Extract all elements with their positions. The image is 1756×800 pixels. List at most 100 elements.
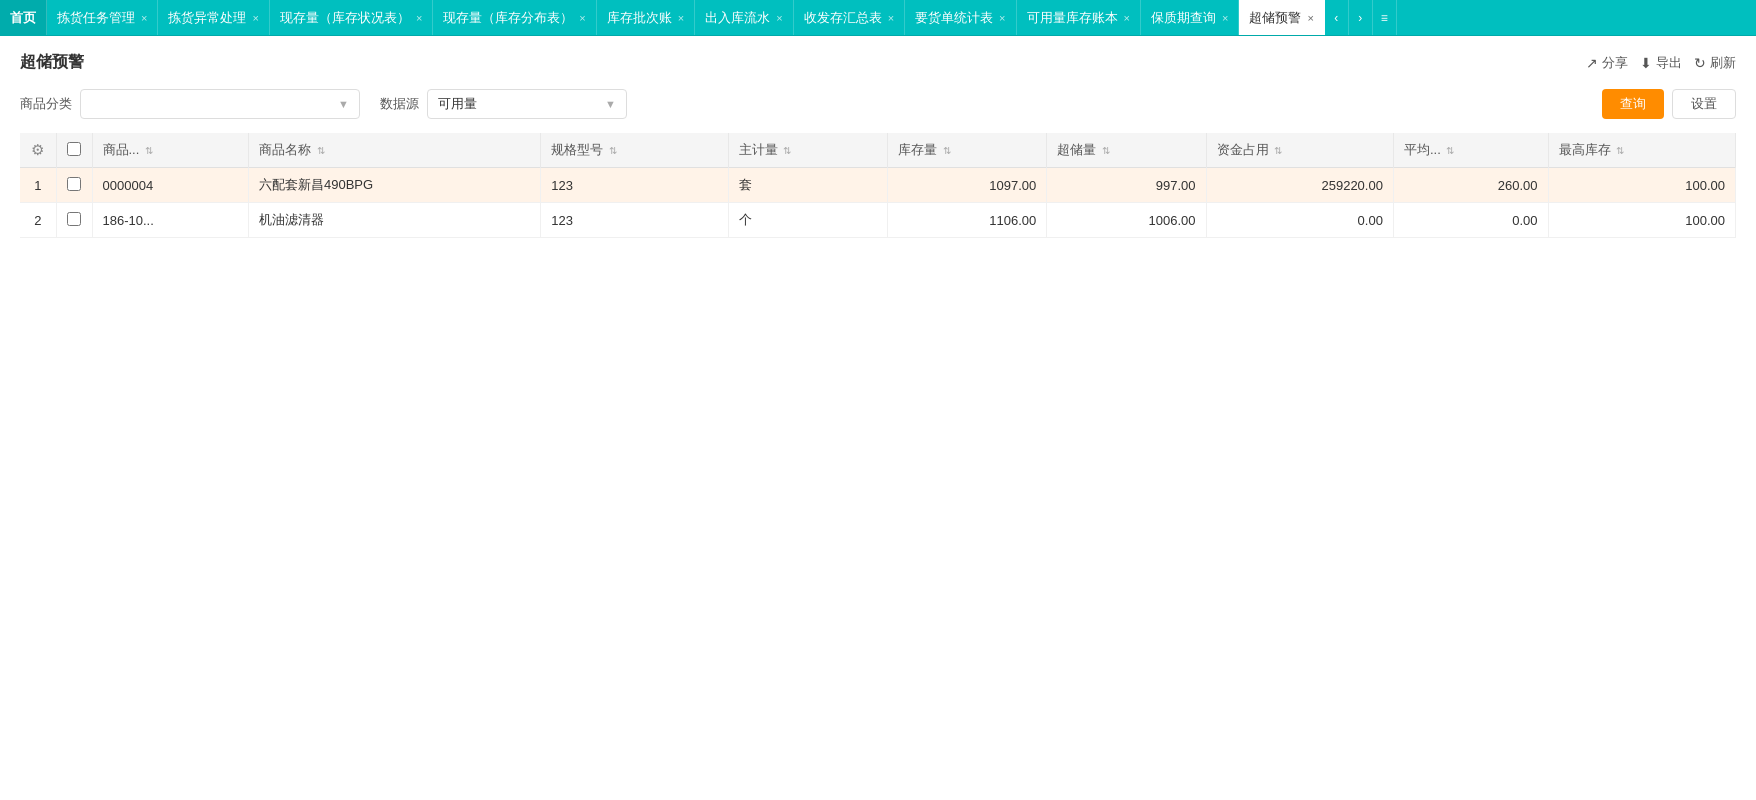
row-product-code-2: 186-10... <box>92 203 248 238</box>
toolbar-right: ↗ 分享 ⬇ 导出 ↻ 刷新 <box>1586 54 1736 72</box>
row-unit-2: 个 <box>728 203 887 238</box>
datasource-filter: 数据源 可用量 ▼ <box>380 89 627 119</box>
row-checkbox-2[interactable] <box>56 203 92 238</box>
sort-overstock-icon: ⇅ <box>1102 145 1110 156</box>
col-max-stock[interactable]: 最高库存 ⇅ <box>1548 133 1735 168</box>
row-checkbox-1[interactable] <box>56 168 92 203</box>
nav-task-mgmt[interactable]: 拣货任务管理 × <box>47 0 158 35</box>
col-product-code[interactable]: 商品... ⇅ <box>92 133 248 168</box>
row-capital-2: 0.00 <box>1206 203 1393 238</box>
nav-inventory-dist[interactable]: 现存量（库存分布表） × <box>433 0 596 35</box>
datasource-chevron-icon: ▼ <box>605 98 616 110</box>
nav-home[interactable]: 首页 <box>0 0 47 35</box>
datasource-value: 可用量 <box>438 95 477 113</box>
sort-stock-icon: ⇅ <box>943 145 951 156</box>
nav-order-stat[interactable]: 要货单统计表 × <box>905 0 1016 35</box>
close-task-mgmt[interactable]: × <box>141 12 147 24</box>
close-collect[interactable]: × <box>888 12 894 24</box>
row-overstock-1: 997.00 <box>1047 168 1206 203</box>
sort-max-stock-icon: ⇅ <box>1616 145 1624 156</box>
nav-available[interactable]: 可用量库存账本 × <box>1017 0 1141 35</box>
close-available[interactable]: × <box>1124 12 1130 24</box>
nav-abnormal[interactable]: 拣货异常处理 × <box>158 0 269 35</box>
settings-col-icon[interactable]: ⚙ <box>31 141 44 158</box>
col-capital[interactable]: 资金占用 ⇅ <box>1206 133 1393 168</box>
table-row: 2 186-10... 机油滤清器 123 个 1106.00 1006.00 … <box>20 203 1736 238</box>
row-avg-2: 0.00 <box>1393 203 1548 238</box>
nav-quality[interactable]: 保质期查询 × <box>1141 0 1239 35</box>
refresh-button[interactable]: ↻ 刷新 <box>1694 54 1736 72</box>
filter-actions: 查询 设置 <box>1602 89 1736 119</box>
share-button[interactable]: ↗ 分享 <box>1586 54 1628 72</box>
row-num-2: 2 <box>20 203 56 238</box>
page-content: 超储预警 ↗ 分享 ⬇ 导出 ↻ 刷新 商品分类 ▼ 数据源 <box>0 36 1756 254</box>
close-abnormal[interactable]: × <box>252 12 258 24</box>
sort-avg-icon: ⇅ <box>1446 145 1454 156</box>
export-icon: ⬇ <box>1640 55 1652 71</box>
close-inout-flow[interactable]: × <box>776 12 782 24</box>
row-product-code-1: 0000004 <box>92 168 248 203</box>
row-stock-1: 1097.00 <box>888 168 1047 203</box>
col-stock[interactable]: 库存量 ⇅ <box>888 133 1047 168</box>
nav-overstock[interactable]: 超储预警 × <box>1239 0 1324 35</box>
row-product-name-1: 六配套新昌490BPG <box>248 168 540 203</box>
nav-menu-arrow[interactable]: ≡ <box>1373 0 1397 35</box>
row-capital-1: 259220.00 <box>1206 168 1393 203</box>
col-capital-label: 资金占用 <box>1217 142 1269 157</box>
row-num-1: 1 <box>20 168 56 203</box>
col-overstock[interactable]: 超储量 ⇅ <box>1047 133 1206 168</box>
select-all-checkbox[interactable] <box>67 142 81 156</box>
nav-collect[interactable]: 收发存汇总表 × <box>794 0 905 35</box>
datasource-select[interactable]: 可用量 ▼ <box>427 89 627 119</box>
row-unit-1: 套 <box>728 168 887 203</box>
close-order-stat[interactable]: × <box>999 12 1005 24</box>
table-header-row: ⚙ 商品... ⇅ 商品名称 ⇅ 规格型号 ⇅ 主计量 <box>20 133 1736 168</box>
col-stock-label: 库存量 <box>898 142 937 157</box>
query-button[interactable]: 查询 <box>1602 89 1664 119</box>
sort-spec-icon: ⇅ <box>609 145 617 156</box>
nav-inout-flow[interactable]: 出入库流水 × <box>695 0 793 35</box>
col-product-code-label: 商品... <box>103 142 140 157</box>
close-overstock[interactable]: × <box>1307 12 1313 24</box>
close-inventory-status[interactable]: × <box>416 12 422 24</box>
category-filter: 商品分类 ▼ <box>20 89 360 119</box>
sort-unit-icon: ⇅ <box>783 145 791 156</box>
row-select-checkbox-1[interactable] <box>67 177 81 191</box>
sort-product-code-icon: ⇅ <box>145 145 153 156</box>
filter-row: 商品分类 ▼ 数据源 可用量 ▼ 查询 设置 <box>20 89 1736 119</box>
sort-product-name-icon: ⇅ <box>317 145 325 156</box>
nav-next-arrow[interactable]: › <box>1349 0 1373 35</box>
col-spec[interactable]: 规格型号 ⇅ <box>541 133 728 168</box>
col-avg[interactable]: 平均... ⇅ <box>1393 133 1548 168</box>
col-max-stock-label: 最高库存 <box>1559 142 1611 157</box>
category-chevron-icon: ▼ <box>338 98 349 110</box>
share-icon: ↗ <box>1586 55 1598 71</box>
col-unit[interactable]: 主计量 ⇅ <box>728 133 887 168</box>
nav-batch[interactable]: 库存批次账 × <box>597 0 695 35</box>
settings-button[interactable]: 设置 <box>1672 89 1736 119</box>
nav-prev-arrow[interactable]: ‹ <box>1325 0 1349 35</box>
row-spec-1: 123 <box>541 168 728 203</box>
col-settings[interactable]: ⚙ <box>20 133 56 168</box>
col-product-name[interactable]: 商品名称 ⇅ <box>248 133 540 168</box>
close-inventory-dist[interactable]: × <box>579 12 585 24</box>
col-overstock-label: 超储量 <box>1057 142 1096 157</box>
table-row: 1 0000004 六配套新昌490BPG 123 套 1097.00 997.… <box>20 168 1736 203</box>
col-product-name-label: 商品名称 <box>259 142 311 157</box>
row-max-stock-2: 100.00 <box>1548 203 1735 238</box>
category-label: 商品分类 <box>20 95 72 113</box>
nav-inventory-status[interactable]: 现存量（库存状况表） × <box>270 0 433 35</box>
row-product-name-2: 机油滤清器 <box>248 203 540 238</box>
datasource-label: 数据源 <box>380 95 419 113</box>
category-select[interactable]: ▼ <box>80 89 360 119</box>
nav-bar: 首页 拣货任务管理 × 拣货异常处理 × 现存量（库存状况表） × 现存量（库存… <box>0 0 1756 36</box>
row-select-checkbox-2[interactable] <box>67 212 81 226</box>
row-avg-1: 260.00 <box>1393 168 1548 203</box>
col-spec-label: 规格型号 <box>551 142 603 157</box>
close-batch[interactable]: × <box>678 12 684 24</box>
refresh-icon: ↻ <box>1694 55 1706 71</box>
page-header: 超储预警 ↗ 分享 ⬇ 导出 ↻ 刷新 <box>20 52 1736 73</box>
col-checkbox[interactable] <box>56 133 92 168</box>
export-button[interactable]: ⬇ 导出 <box>1640 54 1682 72</box>
close-quality[interactable]: × <box>1222 12 1228 24</box>
